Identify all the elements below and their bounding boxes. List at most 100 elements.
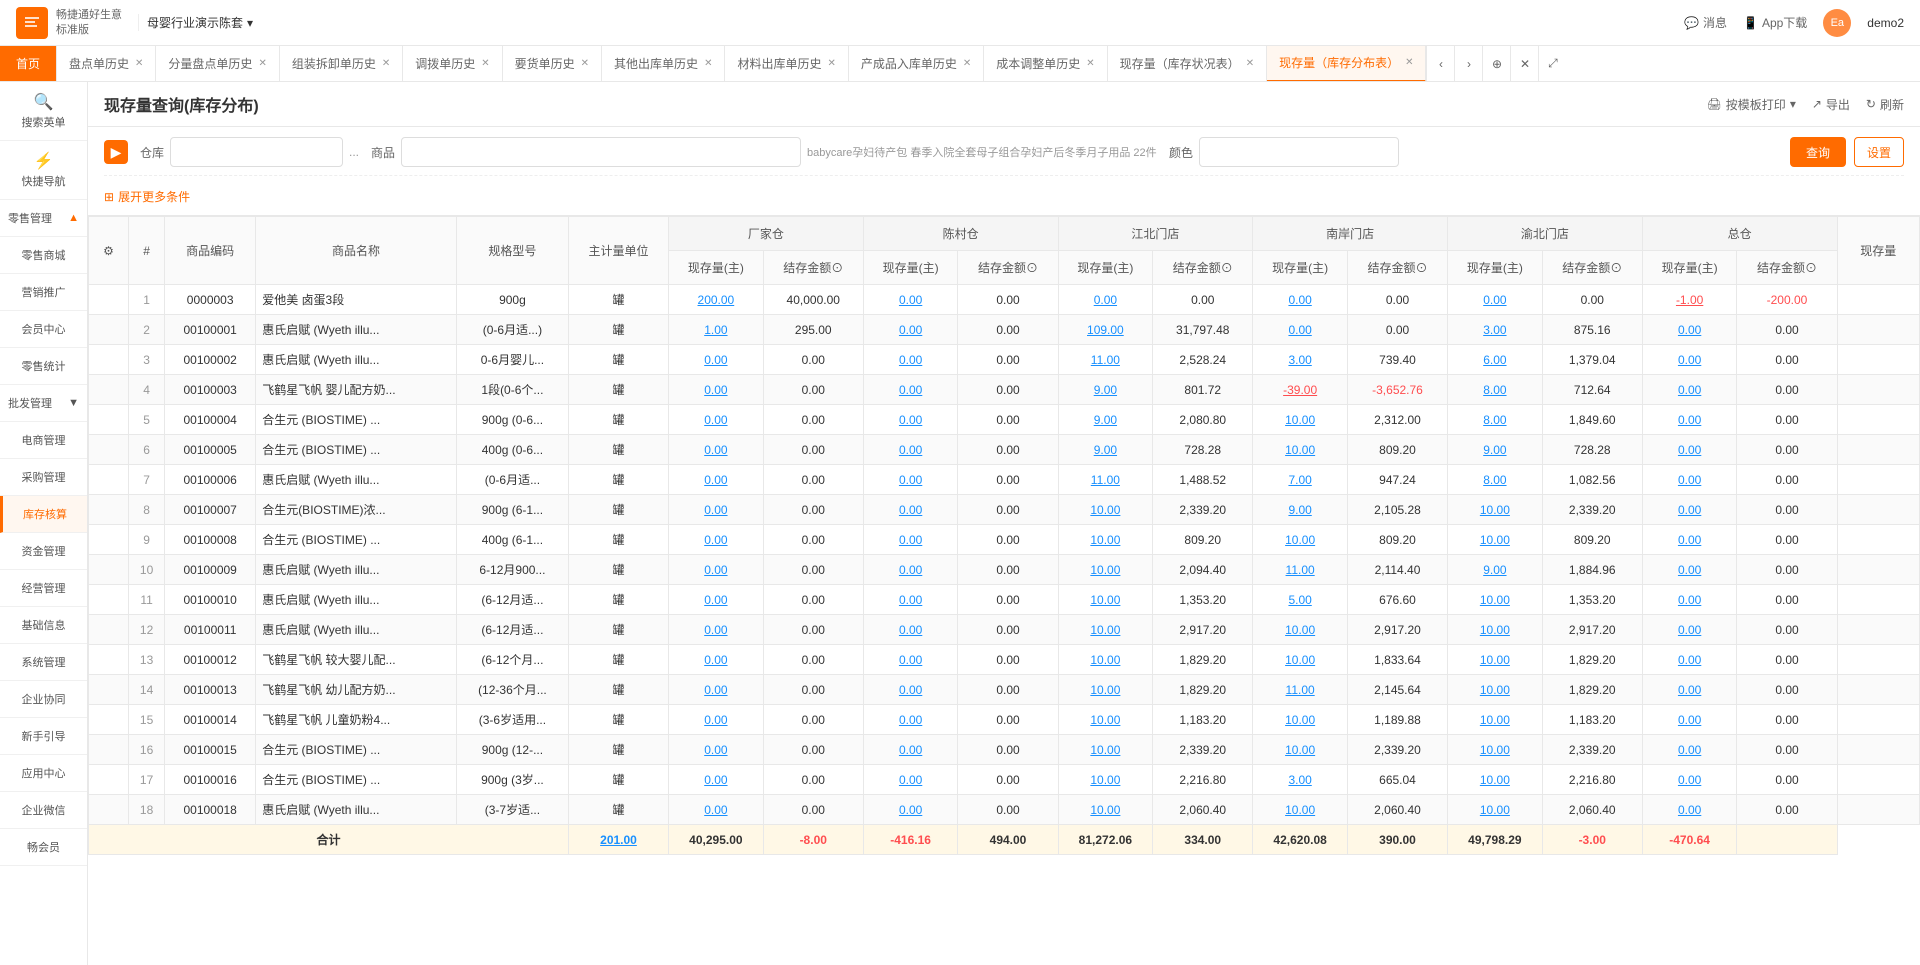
product-input[interactable] bbox=[401, 137, 801, 167]
td-link[interactable]: 10.00 bbox=[1448, 585, 1543, 615]
td-link[interactable]: 0.00 bbox=[669, 555, 764, 585]
tab-close-icon[interactable]: ✕ bbox=[581, 58, 589, 69]
total-na-qty[interactable]: 334.00 bbox=[1153, 825, 1253, 855]
td-link[interactable]: 0.00 bbox=[1642, 315, 1737, 345]
td-link[interactable]: 0.00 bbox=[1642, 345, 1737, 375]
td-link[interactable]: 10.00 bbox=[1253, 705, 1348, 735]
td-link[interactable]: 0.00 bbox=[1642, 465, 1737, 495]
total-jb-qty[interactable]: 494.00 bbox=[958, 825, 1058, 855]
avatar[interactable]: Ea bbox=[1823, 9, 1851, 37]
td-link[interactable]: 11.00 bbox=[1253, 555, 1348, 585]
tab-product-in[interactable]: 产成品入库单历史 ✕ bbox=[849, 46, 984, 82]
filter-expand-icon[interactable]: ▶ bbox=[104, 140, 128, 164]
td-link[interactable]: 0.00 bbox=[863, 435, 958, 465]
expand-toggle[interactable]: ▶ bbox=[104, 140, 128, 164]
total-tot-qty[interactable]: -3.00 bbox=[1542, 825, 1642, 855]
sidebar-item-ops[interactable]: 经营管理 bbox=[0, 570, 87, 607]
td-link[interactable]: 0.00 bbox=[863, 675, 958, 705]
td-link[interactable]: 0.00 bbox=[863, 645, 958, 675]
warehouse-input[interactable] bbox=[170, 137, 343, 167]
td-link[interactable]: 11.00 bbox=[1058, 345, 1153, 375]
th-settings[interactable]: ⚙ bbox=[89, 217, 129, 285]
sidebar-item-enterprise-collab[interactable]: 企业协同 bbox=[0, 681, 87, 718]
td-link[interactable]: 10.00 bbox=[1058, 705, 1153, 735]
td-link[interactable]: 3.00 bbox=[1448, 315, 1543, 345]
td-link[interactable]: 10.00 bbox=[1058, 525, 1153, 555]
sidebar-item-basic[interactable]: 基础信息 bbox=[0, 607, 87, 644]
td-link[interactable]: 0.00 bbox=[1642, 435, 1737, 465]
td-link[interactable]: 10.00 bbox=[1058, 765, 1153, 795]
tab-close-icon[interactable]: ✕ bbox=[382, 58, 390, 69]
td-link[interactable]: 0.00 bbox=[863, 345, 958, 375]
sidebar-item-new-guide[interactable]: 新手引导 bbox=[0, 718, 87, 755]
print-button[interactable]: 🖨 按模板打印 ▾ bbox=[1707, 96, 1796, 113]
sidebar-item-quick-nav[interactable]: ⚡ 快捷导航 bbox=[0, 141, 87, 200]
tab-close-icon[interactable]: ✕ bbox=[135, 58, 143, 69]
td-link[interactable]: 10.00 bbox=[1448, 765, 1543, 795]
td-link[interactable]: 200.00 bbox=[669, 285, 764, 315]
tab-transfer[interactable]: 调拨单历史 ✕ bbox=[403, 46, 502, 82]
tab-close-icon[interactable]: ✕ bbox=[481, 58, 489, 69]
td-link[interactable]: 10.00 bbox=[1448, 675, 1543, 705]
td-link[interactable]: 0.00 bbox=[669, 795, 764, 825]
td-link[interactable]: 0.00 bbox=[1253, 315, 1348, 345]
td-link[interactable]: 0.00 bbox=[669, 735, 764, 765]
td-link[interactable]: 0.00 bbox=[669, 495, 764, 525]
td-link[interactable]: 1.00 bbox=[669, 315, 764, 345]
tab-next-button[interactable]: › bbox=[1454, 46, 1482, 82]
sidebar-item-purchase[interactable]: 采购管理 bbox=[0, 459, 87, 496]
tab-close-icon[interactable]: ✕ bbox=[1405, 57, 1413, 68]
td-link[interactable]: 10.00 bbox=[1448, 705, 1543, 735]
td-link[interactable]: 10.00 bbox=[1058, 495, 1153, 525]
td-link[interactable]: 0.00 bbox=[863, 795, 958, 825]
tab-stock-dist[interactable]: 现存量（库存分布表） ✕ bbox=[1267, 46, 1426, 82]
td-link[interactable]: 0.00 bbox=[863, 315, 958, 345]
tab-close-icon[interactable]: ✕ bbox=[827, 58, 835, 69]
tab-assemble[interactable]: 组装拆卸单历史 ✕ bbox=[280, 46, 403, 82]
td-link[interactable]: 0.00 bbox=[1642, 765, 1737, 795]
setting-button[interactable]: 设置 bbox=[1854, 137, 1904, 167]
td-link[interactable]: 0.00 bbox=[863, 405, 958, 435]
td-link[interactable]: 0.00 bbox=[863, 285, 958, 315]
td-link[interactable]: 10.00 bbox=[1253, 525, 1348, 555]
tab-stock-status[interactable]: 现存量（库存状况表） ✕ bbox=[1108, 46, 1267, 82]
td-link[interactable]: 10.00 bbox=[1058, 675, 1153, 705]
td-link[interactable]: 10.00 bbox=[1058, 645, 1153, 675]
td-link[interactable]: 0.00 bbox=[863, 555, 958, 585]
td-link[interactable]: 0.00 bbox=[863, 465, 958, 495]
sidebar-item-inventory[interactable]: 库存核算 bbox=[0, 496, 87, 533]
sidebar-item-enterprise-wechat[interactable]: 企业微信 bbox=[0, 792, 87, 829]
td-link[interactable]: 0.00 bbox=[669, 465, 764, 495]
td-link[interactable]: 8.00 bbox=[1448, 465, 1543, 495]
td-link[interactable]: 10.00 bbox=[1253, 645, 1348, 675]
industry-selector[interactable]: 母婴行业演示陈套 ▾ bbox=[138, 14, 253, 31]
td-link[interactable]: 0.00 bbox=[1058, 285, 1153, 315]
td-link[interactable]: 11.00 bbox=[1058, 465, 1153, 495]
sidebar-item-retail-mgmt[interactable]: 零售管理 ▲ bbox=[0, 200, 87, 237]
td-link[interactable]: 9.00 bbox=[1058, 435, 1153, 465]
sidebar-item-system[interactable]: 系统管理 bbox=[0, 644, 87, 681]
td-link[interactable]: 0.00 bbox=[669, 375, 764, 405]
tab-close-icon[interactable]: ✕ bbox=[258, 58, 266, 69]
tab-material-out[interactable]: 材料出库单历史 ✕ bbox=[725, 46, 848, 82]
td-link[interactable]: 9.00 bbox=[1448, 435, 1543, 465]
td-link[interactable]: 10.00 bbox=[1058, 615, 1153, 645]
td-link[interactable]: -39.00 bbox=[1253, 375, 1348, 405]
tab-close-icon[interactable]: ✕ bbox=[963, 58, 971, 69]
tab-prev-button[interactable]: ‹ bbox=[1426, 46, 1454, 82]
td-link[interactable]: 0.00 bbox=[863, 765, 958, 795]
td-link[interactable]: 0.00 bbox=[863, 585, 958, 615]
tab-close-icon[interactable]: ✕ bbox=[1246, 58, 1254, 69]
td-link[interactable]: 0.00 bbox=[1642, 405, 1737, 435]
td-link[interactable]: 10.00 bbox=[1448, 735, 1543, 765]
td-link[interactable]: 0.00 bbox=[1253, 285, 1348, 315]
sidebar-item-wholesale[interactable]: 批发管理 ▼ bbox=[0, 385, 87, 422]
sidebar-item-marketing[interactable]: 营销推广 bbox=[0, 274, 87, 311]
td-link[interactable]: 6.00 bbox=[1448, 345, 1543, 375]
sidebar-item-retail-mall[interactable]: 零售商城 bbox=[0, 237, 87, 274]
color-input[interactable] bbox=[1199, 137, 1399, 167]
td-link[interactable]: 0.00 bbox=[669, 585, 764, 615]
sidebar-item-member[interactable]: 会员中心 bbox=[0, 311, 87, 348]
td-link[interactable]: 10.00 bbox=[1253, 405, 1348, 435]
tab-sub-inventory-check[interactable]: 分量盘点单历史 ✕ bbox=[156, 46, 279, 82]
